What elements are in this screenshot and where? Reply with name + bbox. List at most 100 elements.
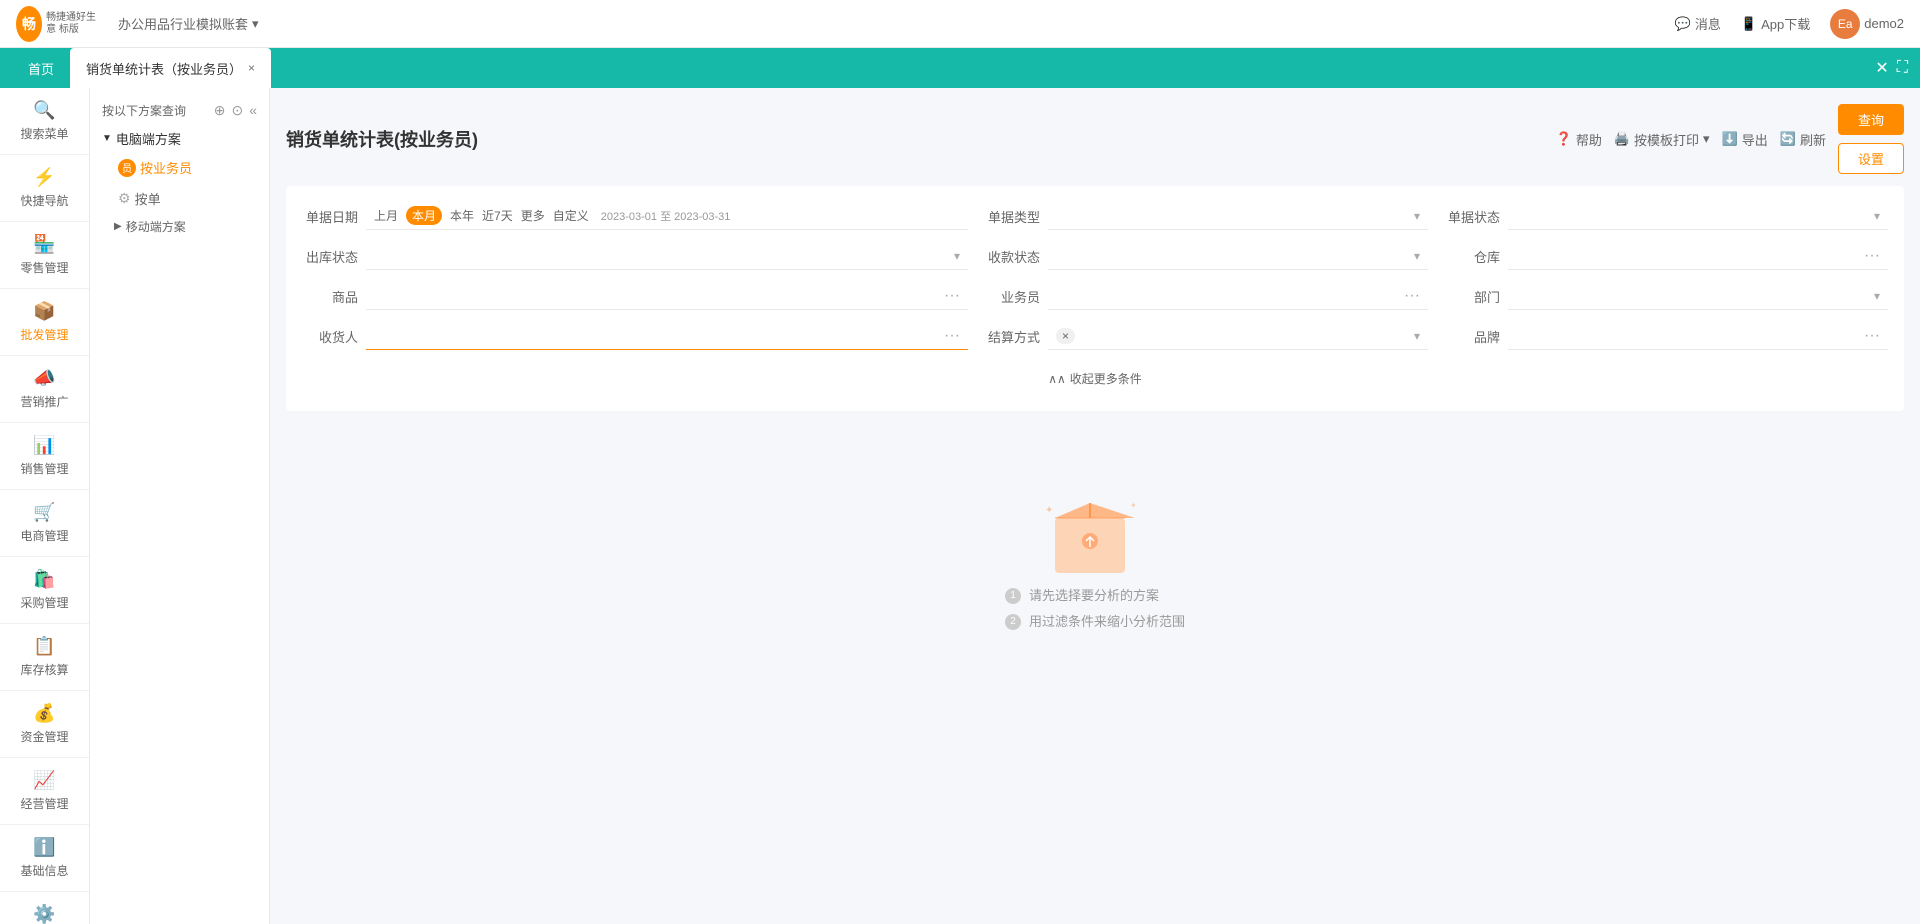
empty-step-1: 1 请先选择要分析的方案 [1005,583,1185,609]
sidebar-item-operations[interactable]: 📈 经营管理 [0,758,89,825]
help-button[interactable]: ❓ 帮助 [1556,130,1602,149]
inner-layout: 按以下方案查询 ⊕ ⊙ « ▼ 电脑端方案 员 按业务员 ⚙ 按单 ▶ [90,88,1920,924]
department-input[interactable]: ▾ [1508,282,1888,310]
doc-type-input[interactable]: ▾ [1048,202,1428,230]
user-menu[interactable]: Ea demo2 [1830,9,1904,39]
filter-row-4: 收货人 ··· 结算方式 × ▾ [302,322,1888,350]
empty-illustration: ✦ ✦ [1035,483,1155,583]
goods-dots-icon: ··· [944,287,960,305]
scheme-by-order[interactable]: ⚙ 按单 [90,183,269,214]
doc-status-input[interactable]: ▾ [1508,202,1888,230]
out-status-input[interactable]: ▾ [366,242,968,270]
order-gear-icon: ⚙ [118,190,131,207]
brand-label: 品牌 [1444,327,1500,346]
sidebar-item-sales[interactable]: 📊 销售管理 [0,423,89,490]
date-tab-last-month[interactable]: 上月 [374,207,398,224]
goods-input[interactable]: ··· [366,282,968,310]
filter-date: 单据日期 上月 本月 本年 近7天 更多 自定义 2023-03-01 至 20… [302,202,968,230]
salesperson-circle-icon: 员 [118,159,136,177]
date-tab-this-year[interactable]: 本年 [450,207,474,224]
sidebar-item-marketing[interactable]: 📣 营销推广 [0,356,89,423]
quick-nav-icon: ⚡ [33,167,55,188]
page-title: 销货单统计表(按业务员) [286,126,478,152]
filter-salesperson: 业务员 ··· [984,282,1428,310]
receive-status-chevron-icon: ▾ [1414,249,1420,263]
print-icon: 🖨️ [1614,131,1630,147]
panel-title: 按以下方案查询 [102,102,186,119]
ecommerce-icon: 🛒 [33,502,55,523]
receiver-input[interactable]: ··· [366,322,968,350]
tab-close-icon[interactable]: × [248,61,255,75]
page-title-row: 销货单统计表(按业务员) ❓ 帮助 🖨️ 按模板打印 ▾ ⬇️ 导出 [286,104,1904,174]
brand-input[interactable]: ··· [1508,322,1888,350]
sidebar-item-ecommerce[interactable]: 🛒 电商管理 [0,490,89,557]
sidebar-item-finance[interactable]: 💰 资金管理 [0,691,89,758]
salesperson-input[interactable]: ··· [1048,282,1428,310]
collapse-panel-icon[interactable]: « [249,102,257,119]
sidebar-item-basic[interactable]: ℹ️ 基础信息 [0,825,89,892]
doc-type-label: 单据类型 [984,207,1040,226]
operations-icon: 📈 [33,770,55,791]
mobile-arrow-icon: ▶ [114,221,122,232]
sidebar-item-retail[interactable]: 🏪 零售管理 [0,222,89,289]
salesperson-dots-icon: ··· [1404,287,1420,305]
collapse-conditions-button[interactable]: ∧∧ 收起更多条件 [1048,370,1142,387]
sales-icon: 📊 [33,435,55,456]
query-button[interactable]: 查询 [1838,104,1904,135]
setting-button[interactable]: 设置 [1838,143,1904,174]
warehouse-input[interactable]: ··· [1508,242,1888,270]
date-tabs: 上月 本月 本年 近7天 更多 自定义 2023-03-01 至 2023-03… [374,206,730,225]
query-setting-buttons: 查询 设置 [1838,104,1904,174]
out-status-chevron-icon: ▾ [954,249,960,263]
sidebar-item-quick-nav[interactable]: ⚡ 快捷导航 [0,155,89,222]
receive-status-input[interactable]: ▾ [1048,242,1428,270]
app-download-button[interactable]: 📱 App下载 [1741,14,1810,33]
export-button[interactable]: ⬇️ 导出 [1722,130,1768,149]
close-window-icon[interactable]: ✕ [1875,58,1888,78]
date-tab-7days[interactable]: 近7天 [482,207,513,224]
empty-state: ✦ ✦ 1 请先选择要分析的方案 2 用过滤条件来缩小分析范围 [286,423,1904,695]
refresh-button[interactable]: 🔄 刷新 [1780,130,1826,149]
filter-receive-status: 收款状态 ▾ [984,242,1428,270]
doc-status-chevron-icon: ▾ [1874,209,1880,223]
desktop-section-title[interactable]: ▼ 电脑端方案 [90,125,269,152]
date-input[interactable]: 上月 本月 本年 近7天 更多 自定义 2023-03-01 至 2023-03… [366,202,968,230]
inventory-icon: 📋 [33,636,55,657]
date-tab-this-month[interactable]: 本月 [406,206,442,225]
sidebar-item-inventory[interactable]: 📋 库存核算 [0,624,89,691]
edit-scheme-icon[interactable]: ⊙ [231,102,243,119]
empty-steps: 1 请先选择要分析的方案 2 用过滤条件来缩小分析范围 [1005,583,1185,635]
message-button[interactable]: 💬 消息 [1675,14,1721,33]
maximize-icon[interactable]: ⛶ [1897,59,1908,77]
message-icon: 💬 [1675,16,1691,32]
department-label: 部门 [1444,287,1500,306]
refresh-icon: 🔄 [1780,131,1796,147]
breadcrumb-dropdown[interactable]: 办公用品行业模拟账套 ▾ [118,14,259,33]
mobile-section-title[interactable]: ▶ 移动端方案 [90,214,269,239]
date-label: 单据日期 [302,207,358,226]
date-tab-custom[interactable]: 自定义 [553,207,589,224]
tab-home[interactable]: 首页 [12,48,70,88]
filter-payment-method: 结算方式 × ▾ [984,322,1428,350]
payment-method-input[interactable]: × ▾ [1048,322,1428,350]
date-tab-more[interactable]: 更多 [521,207,545,224]
out-status-label: 出库状态 [302,247,358,266]
sidebar-item-purchase[interactable]: 🛍️ 采购管理 [0,557,89,624]
step-1-number: 1 [1005,588,1021,604]
purchase-icon: 🛍️ [33,569,55,590]
filter-doc-type: 单据类型 ▾ [984,202,1428,230]
scheme-by-salesperson[interactable]: 员 按业务员 [90,152,269,183]
filter-doc-status: 单据状态 ▾ [1444,202,1888,230]
add-scheme-icon[interactable]: ⊕ [214,102,226,119]
template-print-button[interactable]: 🖨️ 按模板打印 ▾ [1614,130,1710,149]
sidebar-item-system[interactable]: ⚙️ 系统管理 [0,892,89,924]
empty-step-2: 2 用过滤条件来缩小分析范围 [1005,609,1185,635]
export-icon: ⬇️ [1722,131,1738,147]
receiver-dots-icon: ··· [944,327,960,345]
sidebar-item-wholesale[interactable]: 📦 批发管理 [0,289,89,356]
payment-method-label: 结算方式 [984,327,1040,346]
filter-receiver: 收货人 ··· [302,322,968,350]
sidebar-item-search-menu[interactable]: 🔍 搜索菜单 [0,88,89,155]
right-content: 销货单统计表(按业务员) ❓ 帮助 🖨️ 按模板打印 ▾ ⬇️ 导出 [270,88,1920,924]
tab-active[interactable]: 销货单统计表（按业务员） × [70,48,271,88]
